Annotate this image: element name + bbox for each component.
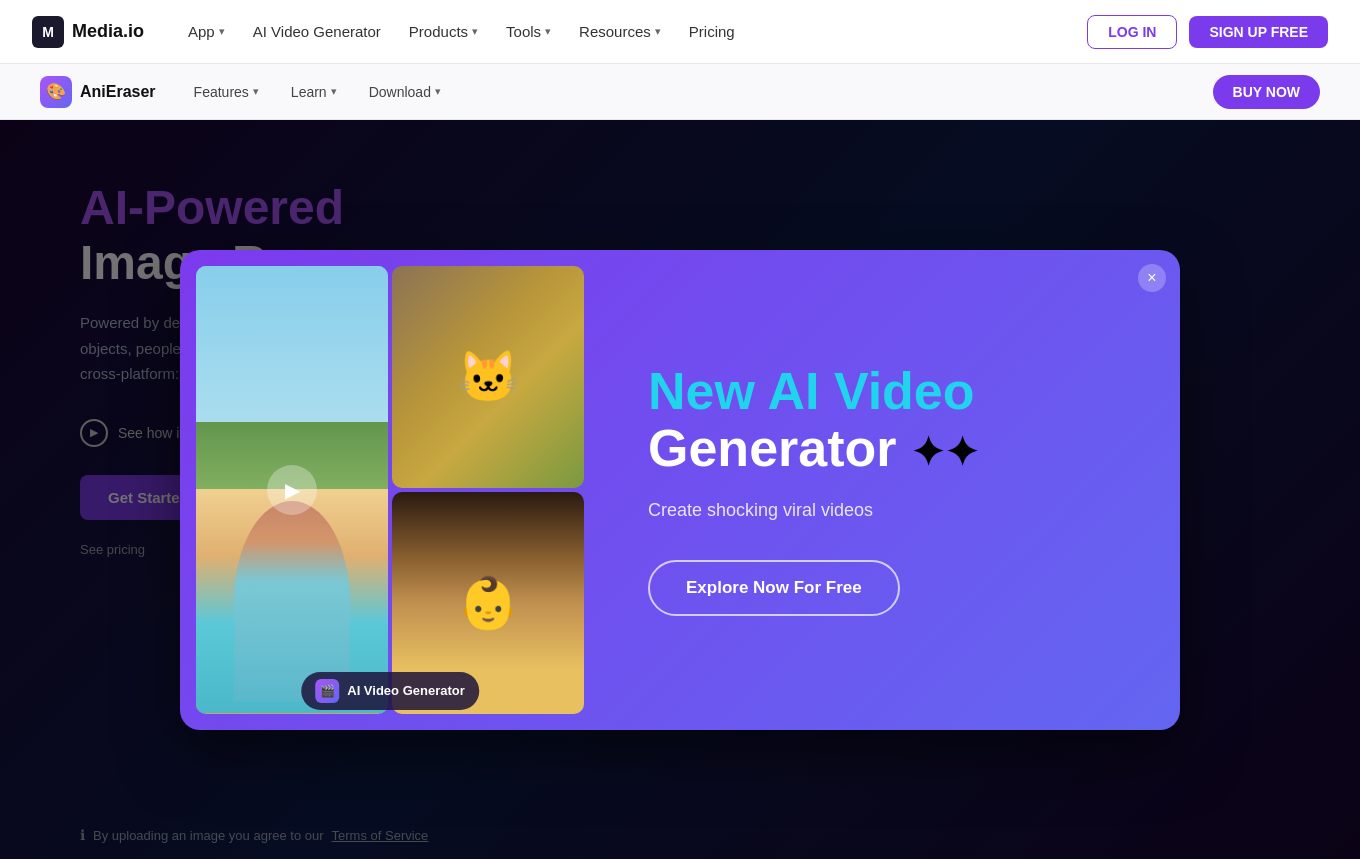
- chevron-down-icon: ▾: [472, 25, 478, 38]
- buy-now-button[interactable]: BUY NOW: [1213, 75, 1320, 109]
- chevron-down-icon: ▾: [545, 25, 551, 38]
- nav-pricing[interactable]: Pricing: [677, 15, 747, 48]
- sub-nav-features[interactable]: Features ▾: [180, 78, 273, 106]
- nav-resources[interactable]: Resources ▾: [567, 15, 673, 48]
- logo[interactable]: M Media.io: [32, 16, 144, 48]
- nav-right: LOG IN SIGN UP FREE: [1087, 15, 1328, 49]
- explore-now-button[interactable]: Explore Now For Free: [648, 560, 900, 616]
- video-play-icon[interactable]: ▶: [267, 465, 317, 515]
- nav-products[interactable]: Products ▾: [397, 15, 490, 48]
- modal-image-grid: ▶ 🐱 👶 🎬 AI Video Generato: [180, 250, 600, 730]
- beach-image: ▶: [196, 266, 388, 714]
- modal-title: New AI Video Generator ✦✦: [648, 363, 1132, 477]
- chevron-down-icon: ▾: [253, 85, 259, 98]
- chevron-down-icon: ▾: [219, 25, 225, 38]
- sparkle-icon: ✦✦: [911, 430, 979, 474]
- top-navigation: M Media.io App ▾ AI Video Generator Prod…: [0, 0, 1360, 64]
- modal-close-button[interactable]: ×: [1138, 264, 1166, 292]
- ai-video-generator-badge: 🎬 AI Video Generator: [301, 672, 479, 710]
- sub-nav-download[interactable]: Download ▾: [355, 78, 455, 106]
- ai-badge-icon: 🎬: [315, 679, 339, 703]
- login-button[interactable]: LOG IN: [1087, 15, 1177, 49]
- chevron-down-icon: ▾: [331, 85, 337, 98]
- chevron-down-icon: ▾: [435, 85, 441, 98]
- nav-app[interactable]: App ▾: [176, 15, 237, 48]
- brand-name: Media.io: [72, 21, 144, 42]
- anieraser-name: AniEraser: [80, 83, 156, 101]
- nav-tools[interactable]: Tools ▾: [494, 15, 563, 48]
- cat-image: 🐱: [392, 266, 584, 488]
- modal-content: New AI Video Generator ✦✦ Create shockin…: [600, 250, 1180, 730]
- anieraser-icon: 🎨: [40, 76, 72, 108]
- modal-subtitle: Create shocking viral videos: [648, 497, 1132, 524]
- sub-nav-learn[interactable]: Learn ▾: [277, 78, 351, 106]
- modal-overlay[interactable]: × ▶: [0, 120, 1360, 859]
- chevron-down-icon: ▾: [655, 25, 661, 38]
- signup-button[interactable]: SIGN UP FREE: [1189, 16, 1328, 48]
- nav-ai-video-generator[interactable]: AI Video Generator: [241, 15, 393, 48]
- sub-nav-links: Features ▾ Learn ▾ Download ▾: [180, 78, 1205, 106]
- logo-icon: M: [32, 16, 64, 48]
- nav-left: M Media.io App ▾ AI Video Generator Prod…: [32, 15, 747, 48]
- hero-section: AI-Powered Image Remover Powered by deep…: [0, 120, 1360, 859]
- anieraser-brand[interactable]: 🎨 AniEraser: [40, 76, 156, 108]
- sub-navigation: 🎨 AniEraser Features ▾ Learn ▾ Download …: [0, 64, 1360, 120]
- nav-links: App ▾ AI Video Generator Products ▾ Tool…: [176, 15, 747, 48]
- modal-dialog: × ▶: [180, 250, 1180, 730]
